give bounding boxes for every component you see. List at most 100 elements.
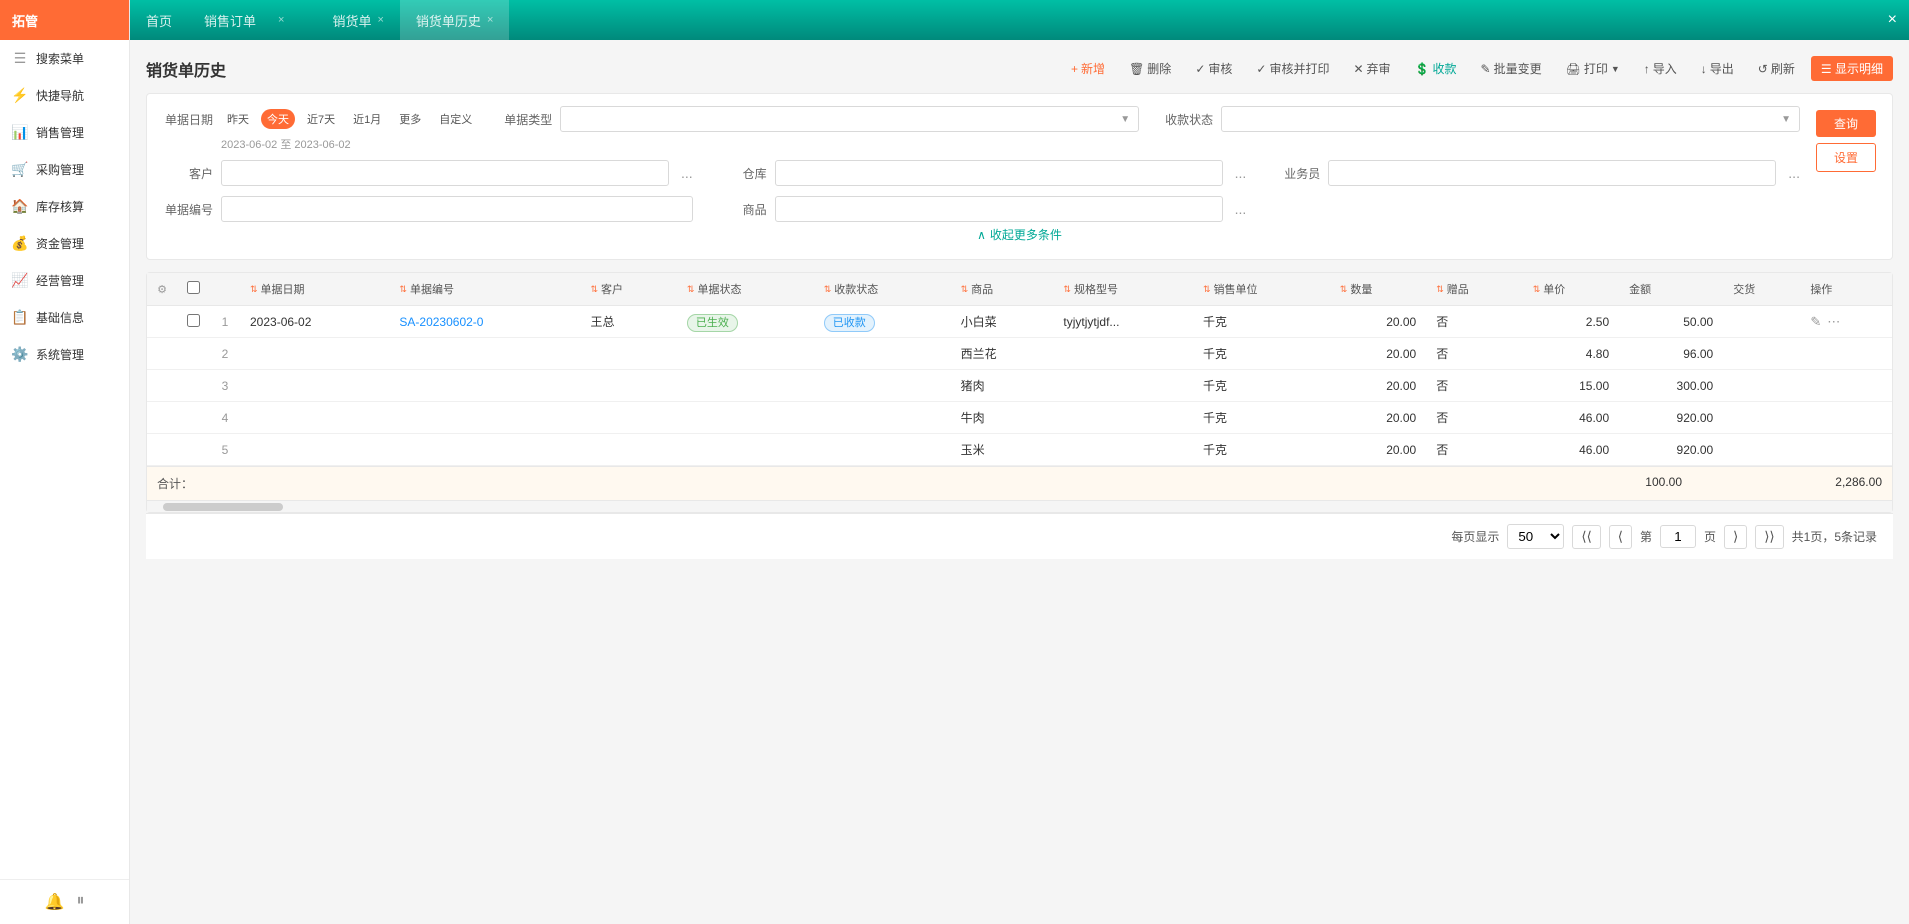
scroll-thumb[interactable] [163, 503, 283, 511]
warehouse-input[interactable] [775, 160, 1223, 186]
col-product[interactable]: ⇅商品 [951, 273, 1054, 306]
warehouse-picker[interactable]: ... [1235, 165, 1247, 181]
col-transaction: 交货 [1723, 273, 1800, 306]
sidebar-item-quick-nav[interactable]: ⚡ 快捷导航 [0, 77, 129, 114]
date-tag-more[interactable]: 更多 [393, 109, 427, 129]
sidebar-bottom-icon2[interactable]: ⏸ [76, 892, 84, 912]
customer-input[interactable] [221, 160, 669, 186]
date-label: 单据日期 [163, 111, 213, 128]
row-qty: 20.00 [1330, 402, 1426, 434]
last-page-btn[interactable]: ⟩⟩ [1755, 525, 1783, 549]
row-doc-no[interactable] [389, 370, 580, 402]
tab-home[interactable]: 首页 [130, 0, 188, 40]
col-collect-status[interactable]: ⇅收款状态 [814, 273, 951, 306]
salesperson-input[interactable] [1328, 160, 1776, 186]
col-spec[interactable]: ⇅规格型号 [1053, 273, 1193, 306]
collect-button[interactable]: 💲 收款 [1407, 56, 1465, 81]
sidebar-item-operations[interactable]: 📈 经营管理 [0, 262, 129, 299]
abandon-button[interactable]: ✕ 弃审 [1345, 56, 1398, 81]
row-doc-no[interactable] [389, 434, 580, 466]
col-date[interactable]: ⇅单据日期 [240, 273, 389, 306]
doc-no-filter: 单据编号 [163, 196, 693, 222]
sidebar-item-basic-info[interactable]: 📋 基础信息 [0, 299, 129, 336]
col-gift[interactable]: ⇅赠品 [1426, 273, 1522, 306]
row-doc-no[interactable] [389, 402, 580, 434]
sidebar-bottom-icon1[interactable]: 🔔 [45, 892, 65, 912]
row-spec [1053, 402, 1193, 434]
prev-page-btn[interactable]: ⟨ [1609, 525, 1632, 549]
query-button[interactable]: 查询 [1816, 110, 1876, 137]
sidebar-item-search-menu[interactable]: ☰ 搜索菜单 [0, 40, 129, 77]
delete-button[interactable]: 🗑 删除 [1121, 56, 1179, 81]
tab-sales-history[interactable]: 销货单历史 × [400, 0, 509, 40]
sidebar-item-finance[interactable]: 💰 资金管理 [0, 225, 129, 262]
col-doc-status[interactable]: ⇅单据状态 [677, 273, 814, 306]
row-checkbox[interactable] [177, 338, 210, 370]
sidebar-item-inventory[interactable]: 🏠 库存核算 [0, 188, 129, 225]
row-checkbox[interactable] [177, 370, 210, 402]
display-detail-button[interactable]: ☰ 显示明细 [1811, 56, 1893, 81]
tab-sales-delivery[interactable]: 销货单 × [316, 0, 399, 40]
scroll-bar[interactable] [147, 500, 1892, 512]
col-qty[interactable]: ⇅数量 [1330, 273, 1426, 306]
date-tag-today[interactable]: 今天 [261, 109, 295, 129]
col-customer[interactable]: ⇅客户 [580, 273, 676, 306]
next-page-btn[interactable]: ⟩ [1724, 525, 1747, 549]
select-all-checkbox[interactable] [187, 281, 200, 294]
col-doc-no[interactable]: ⇅单据编号 [389, 273, 580, 306]
print-button[interactable]: 🖨 打印 ▼ [1558, 56, 1628, 81]
row-customer: 王总 [580, 306, 676, 338]
row-doc-no[interactable]: SA-20230602-0 [389, 306, 580, 338]
sort-icon: ⇅ [1063, 284, 1071, 295]
date-tag-7days[interactable]: 近7天 [301, 109, 341, 129]
date-tag-yesterday[interactable]: 昨天 [221, 109, 255, 129]
product-picker[interactable]: ... [1235, 201, 1247, 217]
product-input[interactable] [775, 196, 1223, 222]
row-checkbox[interactable] [177, 306, 210, 338]
date-tag-custom[interactable]: 自定义 [433, 109, 478, 129]
per-page-select[interactable]: 50 100 200 [1507, 524, 1564, 549]
more-icon[interactable]: ⋯ [1827, 314, 1840, 330]
sidebar-item-purchase-mgmt[interactable]: 🛒 采购管理 [0, 151, 129, 188]
row-select-checkbox[interactable] [187, 314, 200, 327]
sort-icon: ⇅ [250, 284, 258, 295]
row-num: 4 [210, 402, 240, 434]
sidebar-item-sales-mgmt[interactable]: 📊 销售管理 [0, 114, 129, 151]
collapse-filter-btn[interactable]: ∧ 收起更多条件 [163, 222, 1876, 247]
col-settings[interactable]: ⚙ [147, 273, 177, 306]
tab-sales-order[interactable]: 销售订单 × [188, 0, 316, 40]
page-number-input[interactable] [1660, 525, 1696, 548]
new-button[interactable]: + 新增 [1063, 56, 1113, 81]
refresh-button[interactable]: ↺ 刷新 [1750, 56, 1803, 81]
date-tag-1month[interactable]: 近1月 [347, 109, 387, 129]
salesperson-picker[interactable]: ... [1788, 165, 1800, 181]
close-tab-delivery[interactable]: × [377, 14, 383, 26]
customer-picker[interactable]: ... [681, 165, 693, 181]
close-tab-history[interactable]: × [487, 14, 493, 26]
print-icon: 🖨 [1566, 62, 1581, 76]
close-tab-sales-order[interactable]: × [262, 0, 300, 40]
collect-status-select[interactable]: ▼ [1221, 106, 1800, 132]
audit-button[interactable]: ✓ 审核 [1187, 56, 1240, 81]
settings-button[interactable]: 设置 [1816, 143, 1876, 172]
batch-change-button[interactable]: ✎ 批量变更 [1473, 56, 1550, 81]
top-nav: 首页 销售订单 × 销货单 × 销货单历史 × × [130, 0, 1909, 40]
import-button[interactable]: ↑ 导入 [1636, 56, 1685, 81]
window-close-btn[interactable]: × [1876, 0, 1909, 40]
export-button[interactable]: ↓ 导出 [1693, 56, 1742, 81]
edit-icon[interactable]: ✎ [1810, 314, 1821, 330]
first-page-btn[interactable]: ⟨⟨ [1572, 525, 1600, 549]
col-checkbox[interactable] [177, 273, 210, 306]
footer-values: 100.00 2,286.00 [237, 475, 1882, 492]
sidebar-item-sys-mgmt[interactable]: ⚙️ 系统管理 [0, 336, 129, 373]
row-doc-no[interactable] [389, 338, 580, 370]
col-price[interactable]: ⇅单价 [1523, 273, 1619, 306]
audit-print-button[interactable]: ✓ 审核并打印 [1248, 56, 1337, 81]
doc-type-select[interactable]: ▼ [560, 106, 1139, 132]
row-checkbox[interactable] [177, 402, 210, 434]
collect-status-filter: 收款状态 ▼ [1163, 106, 1800, 132]
row-checkbox[interactable] [177, 434, 210, 466]
doc-no-input[interactable] [221, 196, 693, 222]
col-unit[interactable]: ⇅销售单位 [1193, 273, 1330, 306]
collect-status-dropdown-icon: ▼ [1781, 114, 1791, 125]
